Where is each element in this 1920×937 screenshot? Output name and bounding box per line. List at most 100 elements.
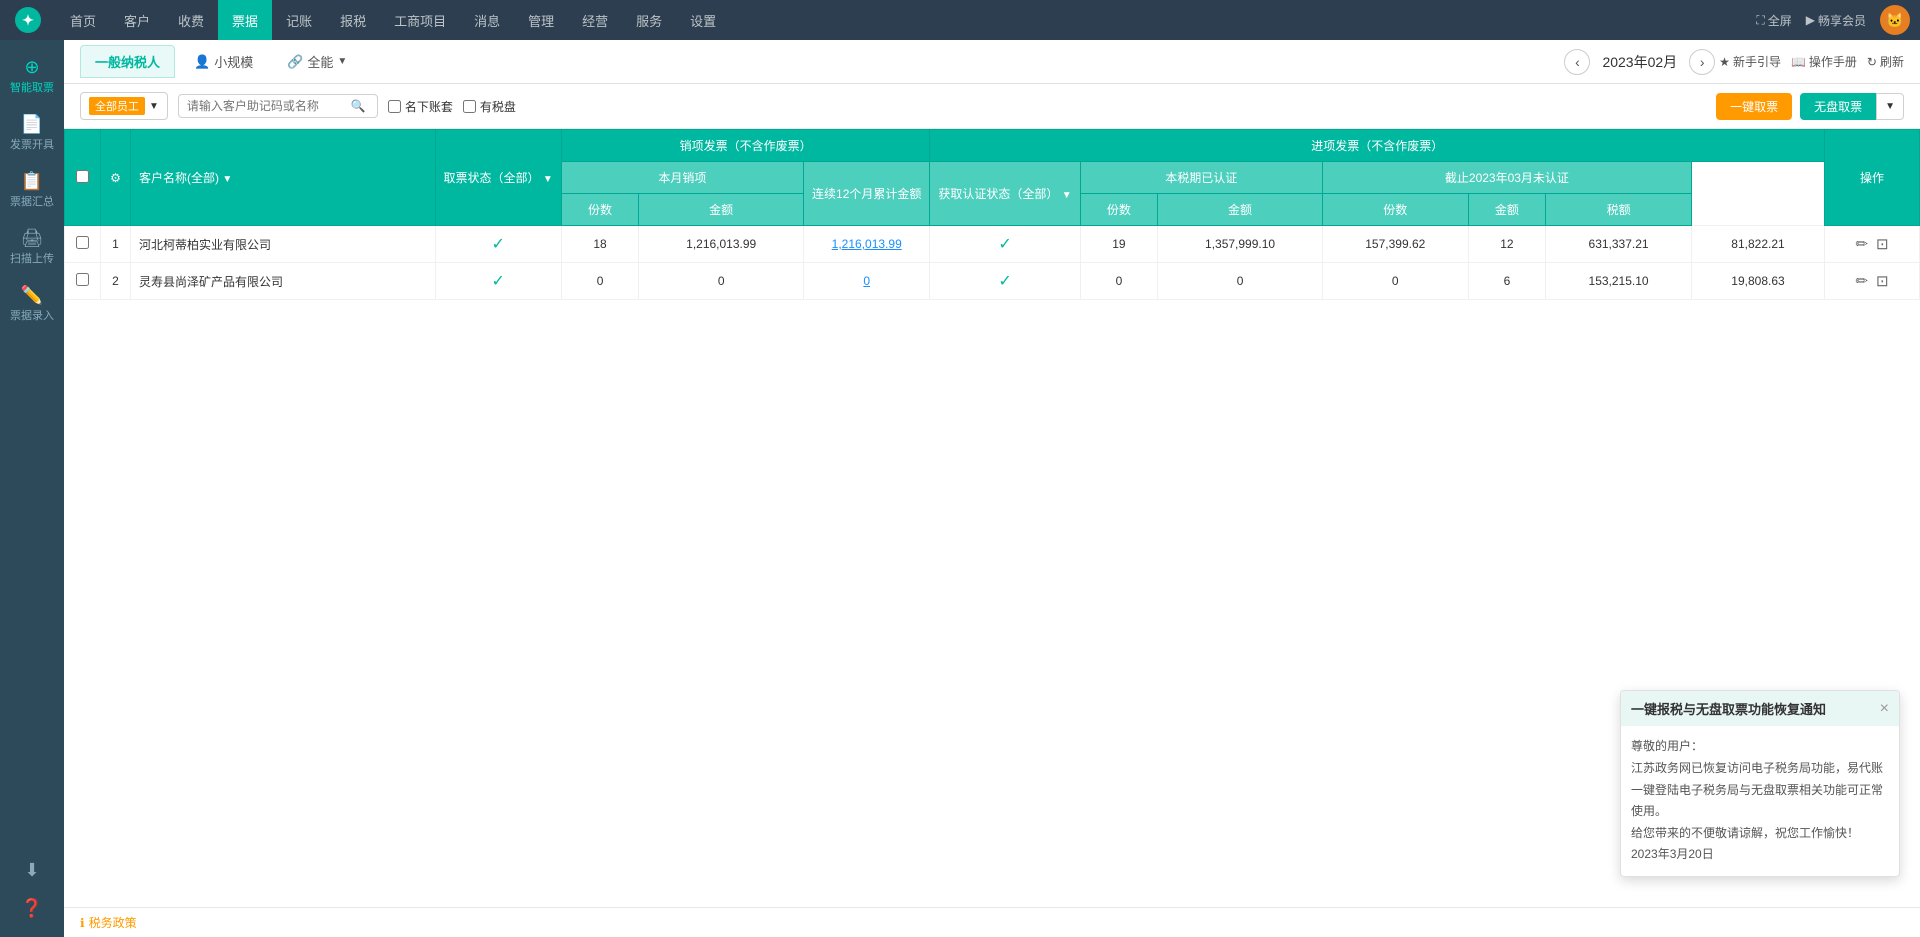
sidebar-item-download[interactable]: ⬇ xyxy=(17,851,47,889)
tax-policy-link[interactable]: ℹ 税务政策 xyxy=(80,914,137,931)
user-avatar[interactable]: 🐱 xyxy=(1880,5,1910,35)
sidebar-item-label: 票据汇总 xyxy=(10,193,54,209)
th-cert-status: 获取认证状态（全部） ▼ xyxy=(930,162,1080,226)
select-all-checkbox[interactable] xyxy=(76,170,89,183)
th-uncert-amount: 金额 xyxy=(1468,194,1546,226)
invoice-summary-icon: 📋 xyxy=(21,172,43,190)
row2-cumulative[interactable]: 0 xyxy=(804,263,930,300)
row2-cert-amount: 0 xyxy=(1158,263,1323,300)
tab-general[interactable]: 一般纳税人 xyxy=(80,45,175,78)
member-button[interactable]: ▶ 畅享会员 xyxy=(1806,12,1866,29)
nav-operation[interactable]: 经营 xyxy=(568,0,622,40)
th-settings: ⚙ xyxy=(101,130,131,226)
next-month-button[interactable]: › xyxy=(1689,49,1715,75)
nav-bookkeeping[interactable]: 记账 xyxy=(272,0,326,40)
search-input[interactable] xyxy=(187,99,347,113)
tab-bar: 一般纳税人 👤 小规模 🔗 全能 ▼ ‹ 2023年02月 › ★ 新手引导 xyxy=(64,40,1920,84)
employee-filter[interactable]: 全部员工 ▼ xyxy=(80,92,168,120)
row2-checkbox xyxy=(65,263,101,300)
sidebar-item-label: 智能取票 xyxy=(10,79,54,95)
row2-customer: 灵寿县尚泽矿产品有限公司 xyxy=(131,263,436,300)
th-sales-amount: 金额 xyxy=(639,194,804,226)
row2-sales-num: 0 xyxy=(561,263,639,300)
svg-text:✦: ✦ xyxy=(22,12,34,28)
member-icon: ▶ xyxy=(1806,13,1815,27)
sidebar-item-help[interactable]: ❓ xyxy=(17,889,47,927)
sidebar-item-label: 发票开具 xyxy=(10,136,54,152)
th-uncert-num: 份数 xyxy=(1322,194,1468,226)
one-key-fetch-button[interactable]: 一键取票 xyxy=(1716,93,1792,120)
no-disk-fetch-group: 无盘取票 ▼ xyxy=(1800,93,1904,120)
row1-uncert-num: 12 xyxy=(1468,226,1546,263)
row1-cumulative[interactable]: 1,216,013.99 xyxy=(804,226,930,263)
manual-icon: 📖 xyxy=(1791,55,1806,69)
sidebar-item-smart-fetch[interactable]: ⊕ 智能取票 xyxy=(0,48,64,105)
th-cumulative-12months: 连续12个月累计金额 xyxy=(804,162,930,226)
row2-fetch-status: ✓ xyxy=(435,263,561,300)
row2-edit-icon[interactable]: ✏ xyxy=(1855,272,1868,290)
refresh-link[interactable]: ↻ 刷新 xyxy=(1867,53,1904,70)
no-disk-fetch-ops-button[interactable]: ▼ xyxy=(1876,93,1904,120)
manual-link[interactable]: 📖 操作手册 xyxy=(1791,53,1857,70)
nav-tax[interactable]: 报税 xyxy=(326,0,380,40)
th-uncert-tax: 税额 xyxy=(1546,194,1692,226)
row1-uncert-tax: 81,822.21 xyxy=(1691,226,1824,263)
th-cert-amount: 金额 xyxy=(1158,194,1323,226)
smart-fetch-icon: ⊕ xyxy=(24,58,39,76)
cert-check-icon: ✓ xyxy=(998,273,1011,290)
row2-num: 2 xyxy=(101,263,131,300)
all-icon: 🔗 xyxy=(287,54,303,70)
notification-popup: 一键报税与无盘取票功能恢复通知 × 尊敬的用户： 江苏政务网已恢复访问电子税务局… xyxy=(1620,690,1900,877)
tab-all[interactable]: 🔗 全能 ▼ xyxy=(272,45,362,78)
sidebar-item-issue-invoice[interactable]: 📄 发票开具 xyxy=(0,105,64,162)
th-cert-num: 份数 xyxy=(1080,194,1158,226)
sidebar-item-invoice-summary[interactable]: 📋 票据汇总 xyxy=(0,162,64,219)
nav-settings[interactable]: 设置 xyxy=(676,0,730,40)
sidebar-item-data-entry[interactable]: ✏️ 票据录入 xyxy=(0,276,64,333)
download-icon: ⬇ xyxy=(24,861,39,879)
filter-icon: ▼ xyxy=(1062,190,1072,201)
row2-cert-tax: 0 xyxy=(1322,263,1468,300)
row1-copy-icon[interactable]: ⊡ xyxy=(1876,235,1889,253)
row2-copy-icon[interactable]: ⊡ xyxy=(1876,272,1889,290)
nav-customer[interactable]: 客户 xyxy=(110,0,164,40)
fetch-check-icon: ✓ xyxy=(491,236,504,253)
no-disk-fetch-button[interactable]: 无盘取票 xyxy=(1800,93,1876,120)
tab-small[interactable]: 👤 小规模 xyxy=(179,45,268,78)
my-accounts-checkbox[interactable]: 名下账套 xyxy=(388,98,453,115)
nav-message[interactable]: 消息 xyxy=(460,0,514,40)
tab-right-actions: ★ 新手引导 📖 操作手册 ↻ 刷新 xyxy=(1719,53,1904,70)
sidebar-item-label: 扫描上传 xyxy=(10,250,54,266)
th-checkbox xyxy=(65,130,101,226)
help-icon: ❓ xyxy=(21,899,43,917)
nav-invoice[interactable]: 票据 xyxy=(218,0,272,40)
row2-actions: ✏ ⊡ xyxy=(1825,263,1920,300)
row1-edit-icon[interactable]: ✏ xyxy=(1855,235,1868,253)
nav-billing[interactable]: 收费 xyxy=(164,0,218,40)
row1-cumulative-link: 1,216,013.99 xyxy=(832,237,902,251)
notification-header: 一键报税与无盘取票功能恢复通知 × xyxy=(1621,691,1899,726)
row2-uncert-num: 6 xyxy=(1468,263,1546,300)
nav-business[interactable]: 工商项目 xyxy=(380,0,460,40)
new-guide-link[interactable]: ★ 新手引导 xyxy=(1719,53,1781,70)
fullscreen-button[interactable]: ⛶ 全屏 xyxy=(1756,12,1791,29)
nav-manage[interactable]: 管理 xyxy=(514,0,568,40)
row2-check[interactable] xyxy=(76,273,89,286)
chevron-down-icon: ▼ xyxy=(337,56,347,67)
th-current-period-certified: 本税期已认证 xyxy=(1080,162,1322,194)
my-accounts-check[interactable] xyxy=(388,100,401,113)
nav-home[interactable]: 首页 xyxy=(56,0,110,40)
row2-cumulative-link: 0 xyxy=(863,274,870,288)
th-fetch-status: 取票状态（全部） ▼ xyxy=(435,130,561,226)
row1-num: 1 xyxy=(101,226,131,263)
row1-fetch-status: ✓ xyxy=(435,226,561,263)
notification-close-button[interactable]: × xyxy=(1880,700,1889,718)
sidebar-item-scan-upload[interactable]: 🖨 扫描上传 xyxy=(0,219,64,276)
bottom-bar: ℹ 税务政策 xyxy=(64,907,1920,937)
prev-month-button[interactable]: ‹ xyxy=(1564,49,1590,75)
row1-check[interactable] xyxy=(76,236,89,249)
nav-service[interactable]: 服务 xyxy=(622,0,676,40)
has-tax-disk-check[interactable] xyxy=(463,100,476,113)
has-tax-disk-checkbox[interactable]: 有税盘 xyxy=(463,98,516,115)
row1-checkbox xyxy=(65,226,101,263)
